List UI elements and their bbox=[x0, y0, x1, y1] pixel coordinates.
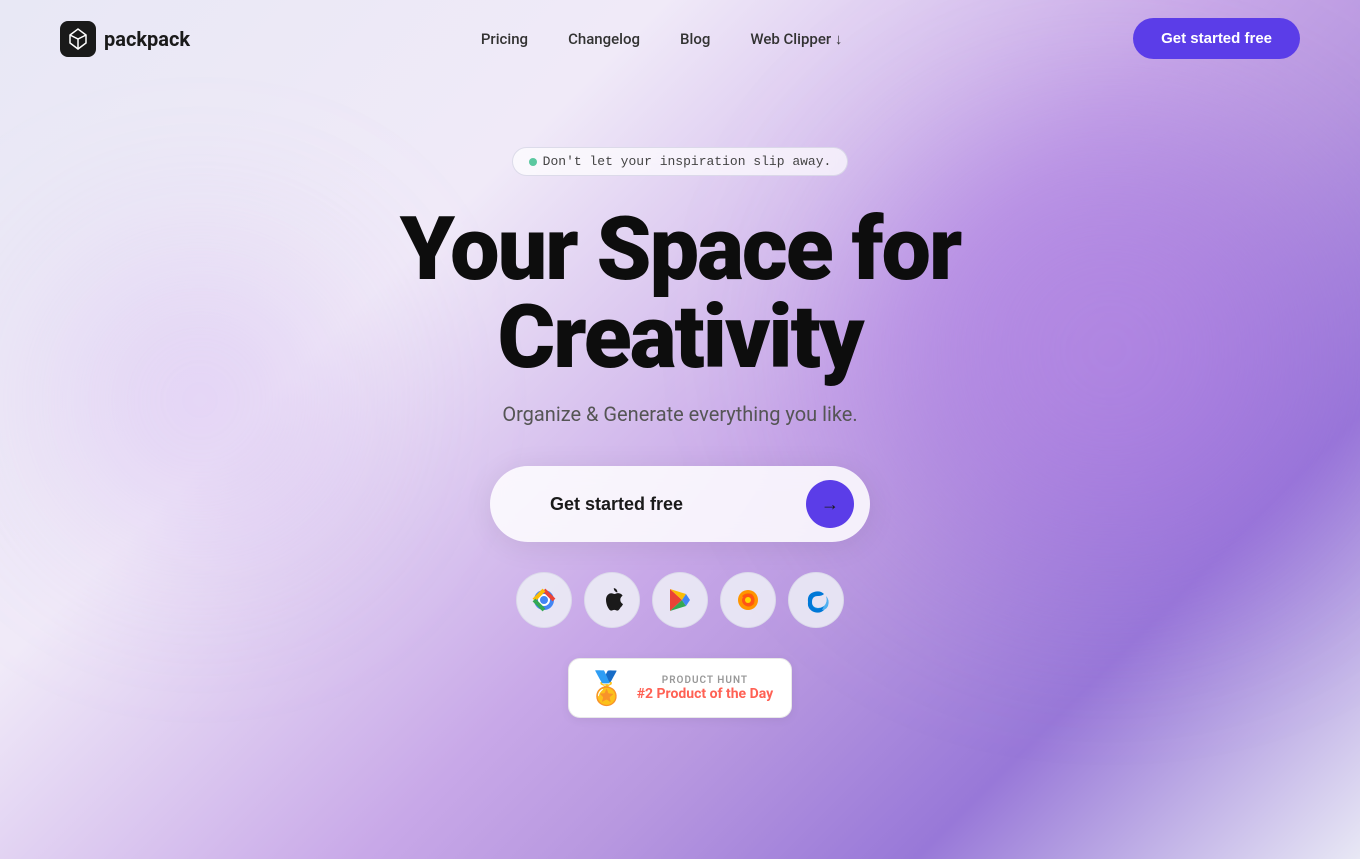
hero-title: Your Space for Creativity bbox=[230, 206, 1130, 382]
product-hunt-badge[interactable]: 🏅 PRODUCT HUNT #2 Product of the Day bbox=[568, 658, 792, 718]
nav-changelog[interactable]: Changelog bbox=[568, 30, 640, 48]
tagline-badge: Don't let your inspiration slip away. bbox=[512, 147, 849, 176]
platform-icons bbox=[516, 572, 844, 628]
nav-links: Pricing Changelog Blog Web Clipper ↓ bbox=[481, 29, 843, 48]
cta-arrow-icon: → bbox=[806, 480, 854, 528]
nav-cta-button[interactable]: Get started free bbox=[1133, 18, 1300, 59]
nav-pricing[interactable]: Pricing bbox=[481, 30, 528, 48]
chrome-icon[interactable] bbox=[516, 572, 572, 628]
nav-web-clipper[interactable]: Web Clipper ↓ bbox=[750, 30, 842, 48]
hero-cta-button[interactable]: Get started free → bbox=[490, 466, 870, 542]
logo[interactable]: packpack bbox=[60, 21, 190, 57]
edge-icon[interactable] bbox=[788, 572, 844, 628]
ph-medal-icon: 🏅 bbox=[587, 669, 627, 707]
tagline-text: Don't let your inspiration slip away. bbox=[543, 154, 832, 169]
hero-section: Don't let your inspiration slip away. Yo… bbox=[0, 77, 1360, 718]
ph-text: PRODUCT HUNT #2 Product of the Day bbox=[637, 675, 773, 702]
navbar: packpack Pricing Changelog Blog Web Clip… bbox=[0, 0, 1360, 77]
ph-rank: #2 Product of the Day bbox=[637, 686, 773, 702]
firefox-icon[interactable] bbox=[720, 572, 776, 628]
hero-cta-label: Get started free bbox=[550, 494, 683, 515]
hero-subtitle: Organize & Generate everything you like. bbox=[502, 402, 857, 426]
nav-blog[interactable]: Blog bbox=[680, 30, 710, 48]
ph-label: PRODUCT HUNT bbox=[637, 675, 773, 686]
logo-icon bbox=[60, 21, 96, 57]
google-play-icon[interactable] bbox=[652, 572, 708, 628]
tagline-dot bbox=[529, 158, 537, 166]
logo-text: packpack bbox=[104, 27, 190, 51]
apple-icon[interactable] bbox=[584, 572, 640, 628]
